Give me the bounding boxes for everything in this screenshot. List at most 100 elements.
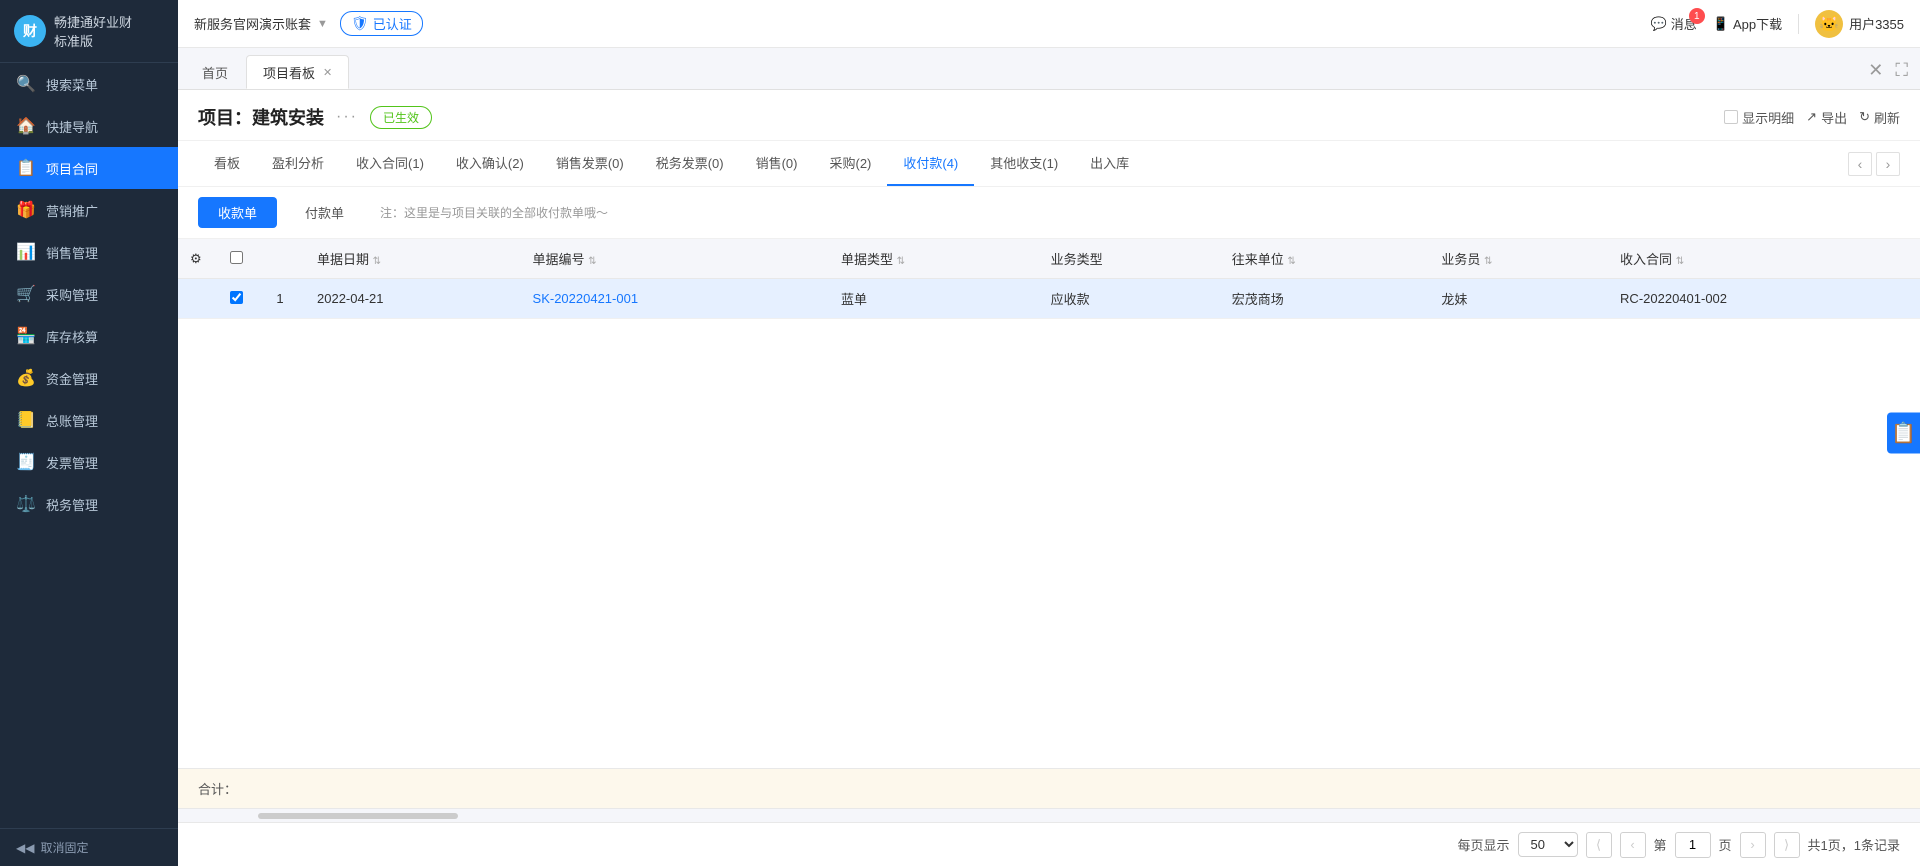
- prev-page-button[interactable]: ‹: [1620, 832, 1646, 858]
- tax-icon: ⚖️: [16, 494, 36, 514]
- workspace-chevron-icon: ▼: [317, 18, 328, 30]
- sidebar-item-quick[interactable]: 🏠 快捷导航: [0, 105, 178, 147]
- close-all-tabs-button[interactable]: ✕: [1864, 56, 1887, 85]
- refresh-button[interactable]: ↻ 刷新: [1859, 108, 1900, 127]
- table-settings-header[interactable]: ⚙: [178, 239, 218, 279]
- first-page-button[interactable]: ⟨: [1586, 832, 1612, 858]
- subnav-tax-invoice[interactable]: 税务发票(0): [640, 141, 740, 186]
- col-salesman[interactable]: 业务员 ⇅: [1429, 239, 1608, 279]
- settings-icon: ⚙: [190, 251, 202, 266]
- tab-home[interactable]: 首页: [186, 55, 244, 89]
- row-date: 2022-04-21: [305, 279, 521, 319]
- sidebar-item-tax[interactable]: ⚖️ 税务管理: [0, 483, 178, 525]
- table-row[interactable]: 1 2022-04-21 SK-20220421-001 蓝单 应收款 宏茂商场…: [178, 279, 1920, 319]
- select-all-checkbox[interactable]: [230, 251, 243, 264]
- row-type: 蓝单: [829, 279, 1039, 319]
- app-download-label: App下载: [1733, 14, 1782, 33]
- sidebar-item-sales[interactable]: 📊 销售管理: [0, 231, 178, 273]
- avatar: 🐱: [1815, 10, 1843, 38]
- subnav-next-button[interactable]: ›: [1876, 152, 1900, 176]
- subnav-income-confirm[interactable]: 收入确认(2): [440, 141, 540, 186]
- table-section: 收款单 付款单 注：这里是与项目关联的全部收付款单哦～ ⚙: [178, 187, 1920, 866]
- expand-button[interactable]: ⛶: [1891, 56, 1912, 85]
- row-checkbox-cell[interactable]: [218, 279, 255, 319]
- unpin-button[interactable]: ◀◀ 取消固定: [0, 828, 178, 866]
- row-settings: [178, 279, 218, 319]
- page-input[interactable]: [1675, 832, 1711, 858]
- sales-icon: 📊: [16, 242, 36, 262]
- row-checkbox[interactable]: [230, 291, 243, 304]
- sidebar-item-ledger[interactable]: 📒 总账管理: [0, 399, 178, 441]
- table-checkbox-header[interactable]: [218, 239, 255, 279]
- message-button[interactable]: 💬 消息 1: [1651, 14, 1697, 33]
- subnav-receipt[interactable]: 收付款(4): [887, 141, 974, 186]
- col-partner[interactable]: 往来单位 ⇅: [1220, 239, 1430, 279]
- user-menu[interactable]: 🐱 用户3355: [1815, 10, 1904, 38]
- sidebar-item-purchase[interactable]: 🛒 采购管理: [0, 273, 178, 315]
- user-label: 用户3355: [1849, 14, 1904, 33]
- pagination: 每页显示 50 10 20 100 ⟨ ‹ 第 页 › ⟩ 共1页，1条记录: [178, 822, 1920, 866]
- tab-project-board[interactable]: 项目看板 ✕: [246, 55, 349, 89]
- more-options-button[interactable]: ···: [336, 108, 358, 126]
- subnav-inout[interactable]: 出入库: [1074, 141, 1145, 186]
- row-code-link[interactable]: SK-20220421-001: [533, 291, 639, 306]
- export-button[interactable]: ↗ 导出: [1806, 108, 1847, 127]
- table-footer: 合计：: [178, 768, 1920, 808]
- per-page-select[interactable]: 50 10 20 100: [1518, 832, 1578, 857]
- subnav-prev-button[interactable]: ‹: [1848, 152, 1872, 176]
- subnav-arrows: ‹ ›: [1848, 152, 1900, 176]
- subnav-sales-invoice[interactable]: 销售发票(0): [540, 141, 640, 186]
- sidebar-logo-text: 畅捷通好业财 标准版: [54, 12, 132, 50]
- next-page-button[interactable]: ›: [1740, 832, 1766, 858]
- subnav-other-expense[interactable]: 其他收支(1): [974, 141, 1074, 186]
- purchase-icon: 🛒: [16, 284, 36, 304]
- horizontal-scrollbar[interactable]: [258, 813, 458, 819]
- workspace-name: 新服务官网演示账套: [194, 14, 311, 33]
- page: 项目：建筑安装 ··· 已生效 显示明细 ↗ 导出 ↻ 刷新: [178, 90, 1920, 866]
- col-income-contract[interactable]: 收入合同 ⇅: [1608, 239, 1920, 279]
- sidebar-item-invoice[interactable]: 🧾 发票管理: [0, 441, 178, 483]
- sidebar-scroll: 🔍 搜索菜单 🏠 快捷导航 📋 项目合同 🎁 营销推广 📊 销售管理 🛒 采购管…: [0, 63, 178, 828]
- checkbox-icon: [1724, 110, 1738, 124]
- subnav-sales[interactable]: 销售(0): [740, 141, 814, 186]
- message-icon: 💬: [1651, 16, 1667, 32]
- payment-tab-button[interactable]: 付款单: [285, 197, 364, 228]
- right-tool-icon: 📋: [1891, 421, 1916, 446]
- invoice-icon: 🧾: [16, 452, 36, 472]
- finance-icon: 💰: [16, 368, 36, 388]
- last-page-button[interactable]: ⟩: [1774, 832, 1800, 858]
- scrollbar-row[interactable]: [178, 808, 1920, 822]
- workspace-selector[interactable]: 新服务官网演示账套 ▼: [194, 14, 328, 33]
- contract-icon: 📋: [16, 158, 36, 178]
- sidebar-logo: 财 畅捷通好业财 标准版: [0, 0, 178, 63]
- sidebar-item-inventory[interactable]: 🏪 库存核算: [0, 315, 178, 357]
- sort-partner-icon: ⇅: [1287, 256, 1295, 267]
- page-title: 项目：建筑安装: [198, 104, 324, 130]
- app-download-button[interactable]: 📱 App下载: [1713, 14, 1782, 33]
- sidebar-item-search[interactable]: 🔍 搜索菜单: [0, 63, 178, 105]
- verified-badge: 🛡 已认证: [340, 11, 423, 36]
- receipt-tab-button[interactable]: 收款单: [198, 197, 277, 228]
- sort-type-icon: ⇅: [897, 256, 905, 267]
- sidebar-item-marketing[interactable]: 🎁 营销推广: [0, 189, 178, 231]
- per-page-label: 每页显示: [1457, 835, 1509, 854]
- row-partner: 宏茂商场: [1220, 279, 1430, 319]
- topbar-divider: [1798, 14, 1799, 34]
- col-code[interactable]: 单据编号 ⇅: [521, 239, 829, 279]
- sidebar-item-contract[interactable]: 📋 项目合同: [0, 147, 178, 189]
- col-date[interactable]: 单据日期 ⇅: [305, 239, 521, 279]
- tab-close-icon[interactable]: ✕: [323, 66, 332, 79]
- topbar: 新服务官网演示账套 ▼ 🛡 已认证 💬 消息 1 📱 App下载 🐱 用户335…: [178, 0, 1920, 48]
- col-type[interactable]: 单据类型 ⇅: [829, 239, 1039, 279]
- row-salesman: 龙妹: [1429, 279, 1608, 319]
- home-icon: 🏠: [16, 116, 36, 136]
- sidebar: 财 畅捷通好业财 标准版 🔍 搜索菜单 🏠 快捷导航 📋 项目合同 🎁 营销推广…: [0, 0, 178, 866]
- show-detail-checkbox[interactable]: 显示明细: [1724, 108, 1794, 127]
- subnav-kanban[interactable]: 看板: [198, 141, 256, 186]
- col-num: [255, 239, 305, 279]
- subnav-profit[interactable]: 盈利分析: [256, 141, 340, 186]
- right-tool-panel[interactable]: 📋: [1887, 413, 1920, 454]
- subnav-income-contract[interactable]: 收入合同(1): [340, 141, 440, 186]
- sidebar-item-finance[interactable]: 💰 资金管理: [0, 357, 178, 399]
- subnav-purchase[interactable]: 采购(2): [813, 141, 887, 186]
